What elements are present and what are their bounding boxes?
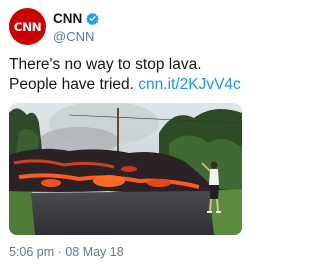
timestamp-separator: ·	[57, 245, 62, 259]
tweet-text: There's no way to stop lava. People have…	[9, 55, 245, 95]
cnn-logo: CNN	[13, 19, 42, 34]
tweet-link[interactable]: cnn.it/2KJvV4c	[138, 76, 241, 93]
author-name-row[interactable]: CNN	[53, 11, 100, 26]
tweet-text-line-2: People have tried. cnn.it/2KJvV4c	[9, 75, 245, 95]
tweet-timestamp[interactable]: 5:06 pm · 08 May 18	[9, 245, 124, 259]
tweet-media-photo[interactable]	[9, 103, 242, 235]
tweet-date: 08 May 18	[65, 245, 124, 259]
avatar[interactable]: CNN	[9, 8, 46, 45]
user-handle[interactable]: @CNN	[53, 29, 94, 44]
tweet-time: 5:06 pm	[9, 245, 55, 259]
tweet-text-line-2-text: People have tried.	[9, 76, 134, 93]
verified-badge-icon	[86, 12, 100, 26]
lava-photo	[9, 103, 242, 235]
tweet-card[interactable]: CNN CNN @CNN There's no way to stop lava…	[0, 0, 250, 270]
tweet-text-line-1: There's no way to stop lava.	[9, 56, 202, 73]
display-name[interactable]: CNN	[53, 11, 82, 26]
